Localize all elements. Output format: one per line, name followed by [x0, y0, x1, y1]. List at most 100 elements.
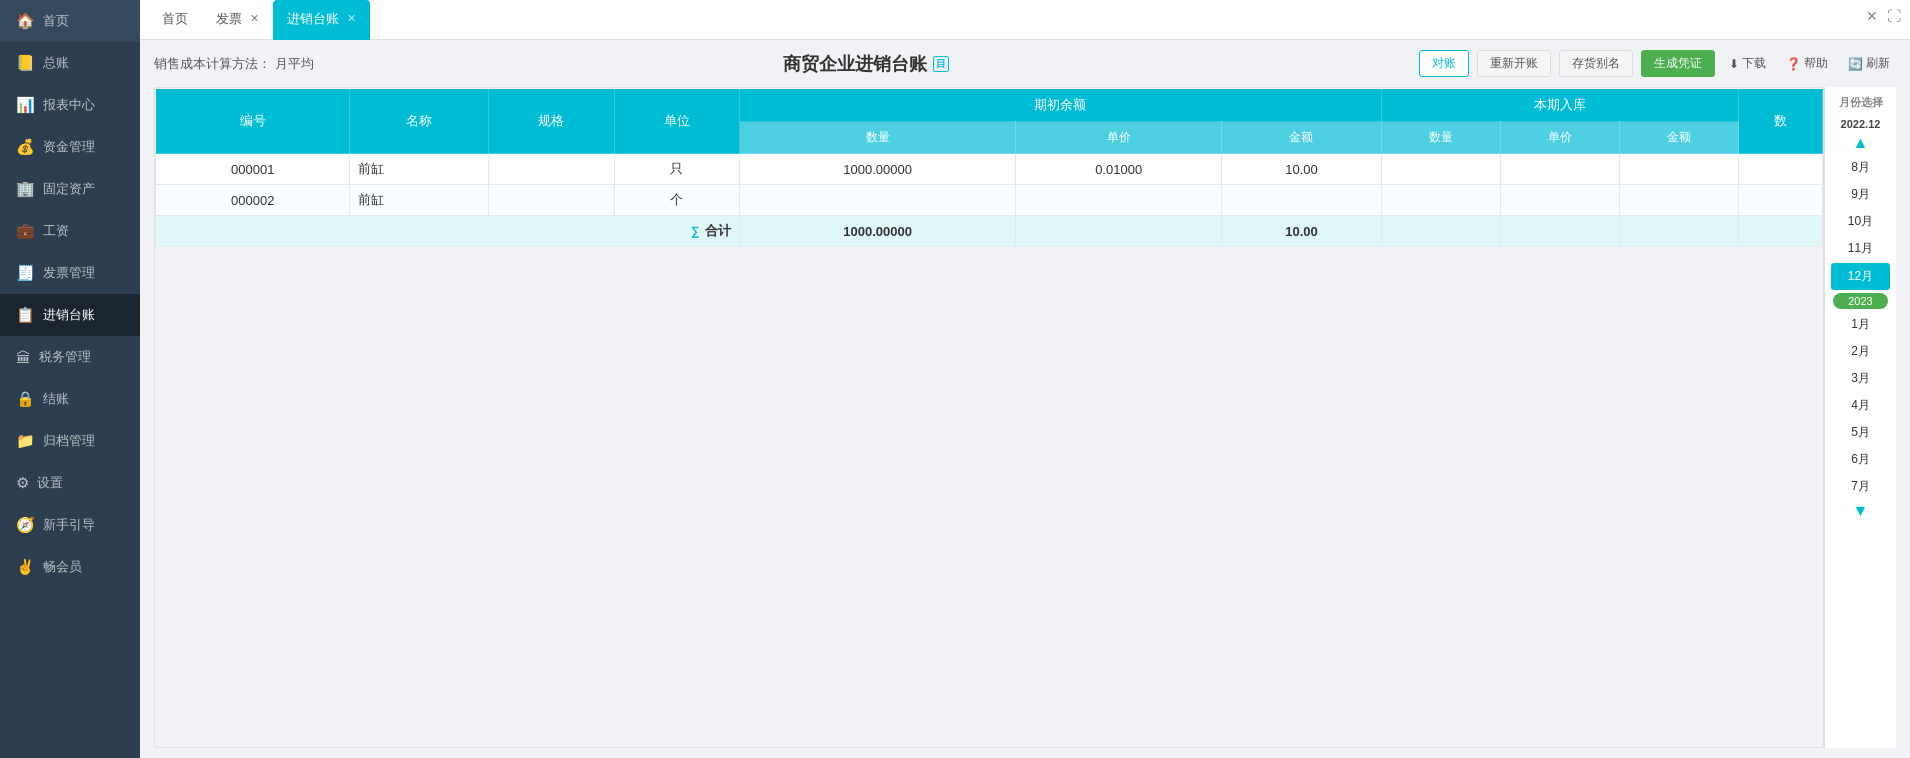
sidebar-item-ledger[interactable]: 📒 总账	[0, 42, 140, 84]
month-item-6[interactable]: 6月	[1825, 446, 1896, 473]
sidebar-item-label: 新手引导	[43, 516, 95, 534]
tab-home[interactable]: 首页	[148, 0, 202, 40]
scroll-down-button[interactable]: ▼	[1825, 500, 1896, 522]
scroll-up-button[interactable]: ▲	[1825, 132, 1896, 154]
cell-in-amount	[1620, 185, 1739, 216]
month-item-8[interactable]: 8月	[1825, 154, 1896, 181]
month-item-5[interactable]: 5月	[1825, 419, 1896, 446]
cost-method: 销售成本计算方法： 月平均	[154, 55, 314, 73]
sidebar-item-label: 首页	[43, 12, 69, 30]
top-bar: 销售成本计算方法： 月平均 商贸企业进销台账 目 对账 重新开账 存货别名 生成…	[154, 50, 1896, 77]
sidebar-item-label: 固定资产	[43, 180, 95, 198]
sidebar-item-guide[interactable]: 🧭 新手引导	[0, 504, 140, 546]
purchase-sale-table: 编号 名称 规格 单位 期初余额 本期入库 数 数量 单价 金额 数	[155, 88, 1823, 247]
cell-spec	[488, 185, 614, 216]
total-opening-amount: 10.00	[1222, 216, 1382, 247]
table-row: 000001 前缸 只 1000.00000 0.01000 10.00	[156, 154, 1823, 185]
sidebar-item-label: 畅会员	[43, 558, 82, 576]
sidebar-item-reports[interactable]: 📊 报表中心	[0, 84, 140, 126]
sidebar-item-assets[interactable]: 🏢 固定资产	[0, 168, 140, 210]
month-item-3[interactable]: 3月	[1825, 365, 1896, 392]
month-item-1[interactable]: 1月	[1825, 311, 1896, 338]
month-panel-year: 2022.12	[1825, 116, 1896, 132]
tab-purchase-sale[interactable]: 进销台账 ✕	[273, 0, 370, 40]
funds-icon: 💰	[16, 138, 35, 156]
sidebar-item-closing[interactable]: 🔒 结账	[0, 378, 140, 420]
sidebar-item-home[interactable]: 🏠 首页	[0, 0, 140, 42]
cost-method-label: 销售成本计算方法：	[154, 56, 271, 71]
th-opening-balance: 期初余额	[740, 89, 1382, 122]
tab-bar: 首页 发票 ✕ 进销台账 ✕ ✕ ⛶	[140, 0, 1910, 40]
th-in-qty: 数量	[1381, 122, 1500, 154]
cell-opening-price: 0.01000	[1016, 154, 1222, 185]
sidebar-item-label: 发票管理	[43, 264, 95, 282]
tab-home-label: 首页	[162, 10, 188, 28]
download-button[interactable]: ⬇ 下载	[1723, 51, 1772, 76]
th-unit: 单位	[614, 89, 740, 154]
sidebar-item-label: 归档管理	[43, 432, 95, 450]
cell-in-price	[1500, 185, 1619, 216]
payroll-icon: 💼	[16, 222, 35, 240]
month-item-4[interactable]: 4月	[1825, 392, 1896, 419]
tab-invoice[interactable]: 发票 ✕	[202, 0, 273, 40]
action-buttons: 对账 重新开账 存货别名 生成凭证 ⬇ 下载 ❓ 帮助 🔄 刷新	[1419, 50, 1896, 77]
tab-invoice-label: 发票	[216, 10, 242, 28]
sidebar-item-vip[interactable]: ✌ 畅会员	[0, 546, 140, 588]
sidebar-item-settings[interactable]: ⚙ 设置	[0, 462, 140, 504]
sidebar-item-label: 设置	[37, 474, 63, 492]
th-opening-price: 单价	[1016, 122, 1222, 154]
sidebar-item-payroll[interactable]: 💼 工资	[0, 210, 140, 252]
cell-name: 前缸	[350, 185, 488, 216]
download-icon: ⬇	[1729, 57, 1739, 71]
sidebar-item-label: 结账	[43, 390, 69, 408]
month-panel-title: 月份选择	[1825, 93, 1896, 116]
minimize-button[interactable]: ✕	[1864, 8, 1880, 24]
th-name: 名称	[350, 89, 488, 154]
month-item-11[interactable]: 11月	[1825, 235, 1896, 262]
info-icon[interactable]: 目	[933, 56, 949, 72]
sum-icon: ∑	[691, 224, 700, 238]
month-item-7[interactable]: 7月	[1825, 473, 1896, 500]
data-table-wrapper: 编号 名称 规格 单位 期初余额 本期入库 数 数量 单价 金额 数	[154, 87, 1824, 748]
save-alias-button[interactable]: 存货别名	[1559, 50, 1633, 77]
ledger-icon: 📒	[16, 54, 35, 72]
year-badge-2023: 2023	[1833, 293, 1888, 309]
cell-opening-qty	[740, 185, 1016, 216]
cell-opening-price	[1016, 185, 1222, 216]
sidebar-item-tax[interactable]: 🏛 税务管理	[0, 336, 140, 378]
th-in-amount: 金额	[1620, 122, 1739, 154]
refresh-button[interactable]: 🔄 刷新	[1842, 51, 1896, 76]
close-purchase-sale-tab[interactable]: ✕	[347, 12, 356, 25]
close-invoice-tab[interactable]: ✕	[250, 12, 259, 25]
month-item-12[interactable]: 12月	[1831, 263, 1890, 290]
reopen-button[interactable]: 重新开账	[1477, 50, 1551, 77]
cell-code: 000002	[156, 185, 350, 216]
help-button[interactable]: ❓ 帮助	[1780, 51, 1834, 76]
table-row: 000002 前缸 个	[156, 185, 1823, 216]
sidebar-item-purchase-sale[interactable]: 📋 进销台账	[0, 294, 140, 336]
generate-voucher-button[interactable]: 生成凭证	[1641, 50, 1715, 77]
cell-unit: 只	[614, 154, 740, 185]
cell-in-qty	[1381, 185, 1500, 216]
sidebar-item-label: 报表中心	[43, 96, 95, 114]
month-item-2[interactable]: 2月	[1825, 338, 1896, 365]
tab-purchase-sale-label: 进销台账	[287, 10, 339, 28]
month-item-10[interactable]: 10月	[1825, 208, 1896, 235]
total-in-qty	[1381, 216, 1500, 247]
cell-opening-amount	[1222, 185, 1382, 216]
sidebar-item-invoice[interactable]: 🧾 发票管理	[0, 252, 140, 294]
th-opening-qty: 数量	[740, 122, 1016, 154]
home-icon: 🏠	[16, 12, 35, 30]
help-icon: ❓	[1786, 57, 1801, 71]
maximize-button[interactable]: ⛶	[1886, 8, 1902, 24]
total-opening-price	[1016, 216, 1222, 247]
cost-method-value: 月平均	[275, 56, 314, 71]
sidebar-item-funds[interactable]: 💰 资金管理	[0, 126, 140, 168]
reconcile-button[interactable]: 对账	[1419, 50, 1469, 77]
cell-opening-qty: 1000.00000	[740, 154, 1016, 185]
sidebar-item-archive[interactable]: 📁 归档管理	[0, 420, 140, 462]
month-item-9[interactable]: 9月	[1825, 181, 1896, 208]
settings-icon: ⚙	[16, 474, 29, 492]
th-code: 编号	[156, 89, 350, 154]
cell-more	[1739, 185, 1823, 216]
